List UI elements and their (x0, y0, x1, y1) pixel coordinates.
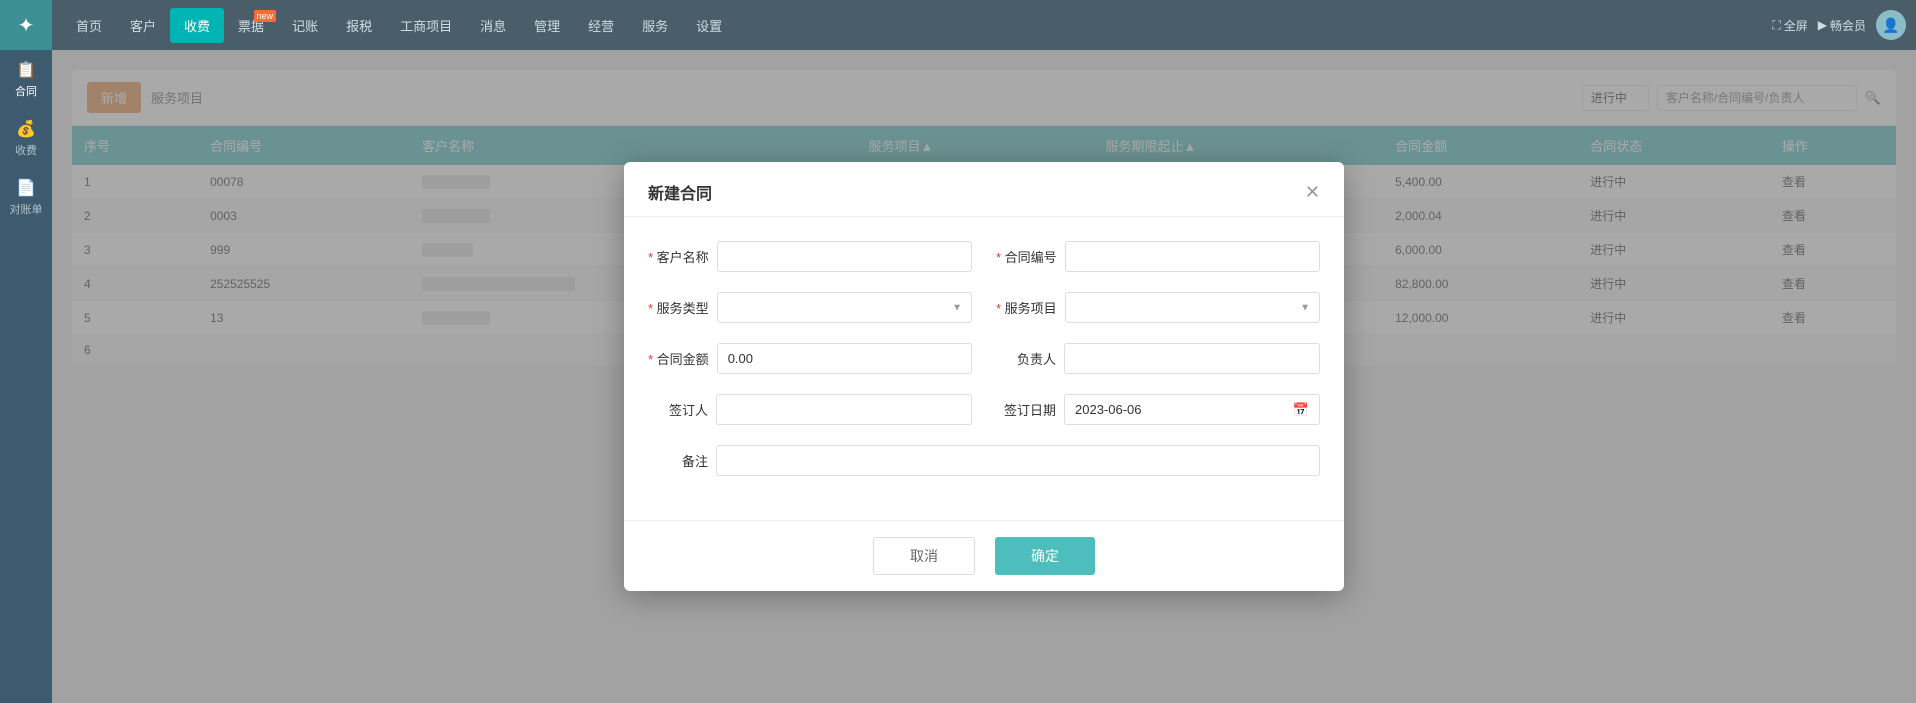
date-input-wrapper: 📅 (1064, 394, 1320, 425)
sidebar-item-label: 收费 (15, 142, 37, 158)
remark-input[interactable] (716, 445, 1320, 476)
nav-service[interactable]: 服务 (628, 8, 682, 43)
modal-body: 客户名称 合同编号 服务类型 (624, 217, 1344, 520)
reconciliation-icon: 📄 (16, 178, 36, 198)
nav-management[interactable]: 管理 (520, 8, 574, 43)
form-group-service-item: 服务项目 ▼ (996, 292, 1320, 323)
nav-settings[interactable]: 设置 (682, 8, 736, 43)
fullscreen-button[interactable]: ⛶ 全屏 (1772, 17, 1807, 34)
member-button[interactable]: ▶ 畅会员 (1818, 17, 1866, 34)
sign-date-label: 签订日期 (996, 400, 1056, 419)
form-group-responsible: 负责人 (996, 343, 1320, 374)
nav-accounting[interactable]: 记账 (278, 8, 332, 43)
form-row-2: 服务类型 ▼ 服务项目 (648, 292, 1320, 323)
service-item-wrapper: ▼ (1065, 292, 1320, 323)
fullscreen-icon: ⛶ (1772, 18, 1780, 33)
confirm-button[interactable]: 确定 (995, 537, 1095, 575)
form-row-3: 合同金额 负责人 (648, 343, 1320, 374)
sidebar-item-label: 合同 (15, 83, 37, 99)
sidebar-item-reconciliation[interactable]: 📄 对账单 (0, 168, 52, 227)
service-type-label: 服务类型 (648, 298, 709, 317)
form-group-customer-name: 客户名称 (648, 241, 972, 272)
signer-label: 签订人 (648, 400, 708, 419)
nav-right: ⛶ 全屏 ▶ 畅会员 👤 (1772, 10, 1906, 40)
avatar[interactable]: 👤 (1876, 10, 1906, 40)
app-logo: ✦ (0, 0, 52, 50)
service-type-wrapper: ▼ (717, 292, 972, 323)
sign-date-input[interactable] (1075, 395, 1289, 424)
contract-no-input[interactable] (1065, 241, 1320, 272)
modal-title: 新建合同 (648, 180, 712, 204)
form-row-4: 签订人 签订日期 📅 (648, 394, 1320, 425)
nav-home[interactable]: 首页 (62, 8, 116, 43)
modal-footer: 取消 确定 (624, 520, 1344, 591)
calendar-icon[interactable]: 📅 (1293, 402, 1309, 418)
form-group-service-type: 服务类型 ▼ (648, 292, 972, 323)
nav-operation[interactable]: 经营 (574, 8, 628, 43)
nav-message[interactable]: 消息 (466, 8, 520, 43)
customer-name-label: 客户名称 (648, 247, 709, 266)
form-group-signer: 签订人 (648, 394, 972, 425)
contract-no-label: 合同编号 (996, 247, 1057, 266)
service-type-select[interactable] (717, 292, 972, 323)
sidebar-item-fee[interactable]: 💰 收费 (0, 109, 52, 168)
nav-tax[interactable]: 报税 (332, 8, 386, 43)
responsible-person-input[interactable] (1064, 343, 1320, 374)
form-row-1: 客户名称 合同编号 (648, 241, 1320, 272)
responsible-person-label: 负责人 (996, 349, 1056, 368)
modal-close-button[interactable]: ✕ (1305, 183, 1320, 201)
top-nav: 首页 客户 收费 票据 new 记账 报税 工商项目 消息 管理 经营 服务 设… (52, 0, 1916, 50)
main-area: 首页 客户 收费 票据 new 记账 报税 工商项目 消息 管理 经营 服务 设… (52, 0, 1916, 703)
remark-label: 备注 (648, 451, 708, 470)
sidebar: ✦ 📋 合同 💰 收费 📄 对账单 (0, 0, 52, 703)
signer-input[interactable] (716, 394, 972, 425)
modal-overlay: 新建合同 ✕ 客户名称 合同编号 (52, 50, 1916, 703)
new-contract-modal: 新建合同 ✕ 客户名称 合同编号 (624, 162, 1344, 591)
cancel-button[interactable]: 取消 (873, 537, 975, 575)
contract-amount-label: 合同金额 (648, 349, 709, 368)
service-item-label: 服务项目 (996, 298, 1057, 317)
fee-icon: 💰 (16, 119, 36, 139)
contract-amount-input[interactable] (717, 343, 972, 374)
form-group-amount: 合同金额 (648, 343, 972, 374)
nav-customer[interactable]: 客户 (116, 8, 170, 43)
contract-icon: 📋 (16, 60, 36, 80)
nav-fee[interactable]: 收费 (170, 8, 224, 43)
modal-header: 新建合同 ✕ (624, 162, 1344, 217)
new-badge: new (254, 10, 277, 22)
sidebar-item-label: 对账单 (10, 201, 43, 217)
play-icon: ▶ (1818, 18, 1827, 32)
service-item-select[interactable] (1065, 292, 1320, 323)
form-group-remark: 备注 (648, 445, 1320, 476)
form-group-contract-no: 合同编号 (996, 241, 1320, 272)
nav-items: 首页 客户 收费 票据 new 记账 报税 工商项目 消息 管理 经营 服务 设… (62, 8, 1772, 43)
nav-invoice[interactable]: 票据 new (224, 8, 278, 43)
form-row-5: 备注 (648, 445, 1320, 476)
nav-business[interactable]: 工商项目 (386, 8, 466, 43)
content: 新增 服务项目 进行中 已完成 已终止 🔍 序号 合同编号 (52, 50, 1916, 703)
sidebar-item-contract[interactable]: 📋 合同 (0, 50, 52, 109)
form-group-sign-date: 签订日期 📅 (996, 394, 1320, 425)
customer-name-input[interactable] (717, 241, 972, 272)
